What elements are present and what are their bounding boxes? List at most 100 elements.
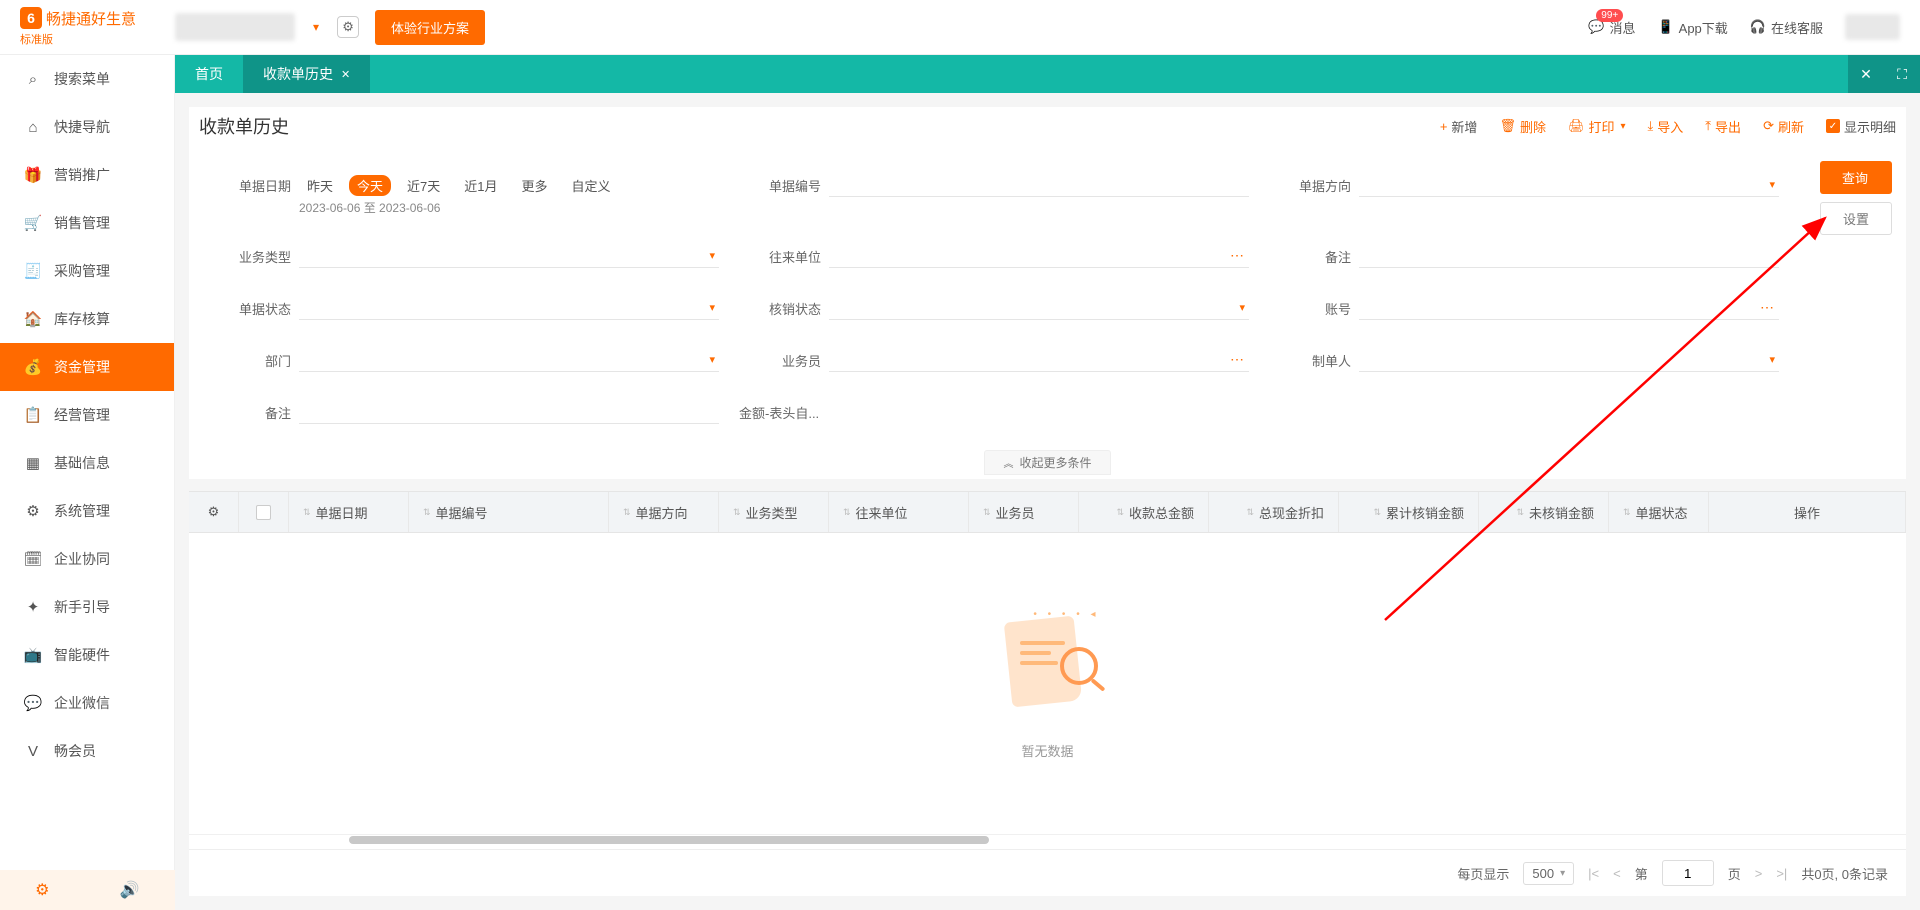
next-page-button[interactable]: >	[1755, 866, 1763, 881]
gear-icon: ⚙	[208, 504, 220, 520]
filter-settings-button[interactable]: 设置	[1820, 202, 1892, 235]
tab-home[interactable]: 首页	[175, 55, 243, 93]
tab-close-all-icon[interactable]: ✕	[1848, 55, 1884, 93]
gear-icon[interactable]: ⚙	[337, 16, 359, 38]
online-service-link[interactable]: 🎧 在线客服	[1750, 18, 1823, 37]
filter-label-date: 单据日期	[209, 173, 299, 195]
last-page-button[interactable]: >|	[1776, 866, 1787, 881]
biztype-select[interactable]: ▾	[299, 244, 719, 268]
query-button[interactable]: 查询	[1820, 161, 1892, 194]
remark-input[interactable]	[1359, 244, 1779, 268]
account-select[interactable]: ⋯	[1359, 296, 1779, 320]
sidebar-item-finance[interactable]: 💰资金管理	[0, 343, 174, 391]
sidebar-item-wecom[interactable]: 💬企业微信	[0, 679, 174, 727]
sidebar-item-operations[interactable]: 📋经营管理	[0, 391, 174, 439]
docno-input[interactable]	[829, 173, 1249, 197]
date-opt-1month[interactable]: 近1月	[456, 175, 505, 196]
horizontal-scrollbar[interactable]	[189, 834, 1906, 845]
col-docstatus[interactable]: ⇅单据状态	[1609, 492, 1709, 532]
col-salesperson[interactable]: ⇅业务员	[969, 492, 1079, 532]
grid-icon: ▦	[24, 454, 42, 472]
col-direction[interactable]: ⇅单据方向	[609, 492, 719, 532]
filter-label-amount-header: 金额-表头自...	[739, 400, 827, 422]
user-area-blurred[interactable]	[1845, 14, 1900, 40]
sort-icon: ⇅	[303, 507, 311, 518]
gear-icon[interactable]: ⚙	[35, 880, 49, 900]
sidebar-item-basicinfo[interactable]: ▦基础信息	[0, 439, 174, 487]
writeoff-select[interactable]: ▾	[829, 296, 1249, 320]
col-writeoffamount[interactable]: ⇅累计核销金额	[1339, 492, 1479, 532]
sidebar-item-quicknav[interactable]: ⌂快捷导航	[0, 103, 174, 151]
sort-icon: ⇅	[1623, 507, 1631, 518]
messages-link[interactable]: 99+ 💬 消息	[1588, 18, 1635, 37]
messages-badge: 99+	[1596, 9, 1623, 22]
refresh-icon: ⟳	[1763, 118, 1774, 134]
fullscreen-icon[interactable]: ⛶	[1884, 55, 1920, 93]
sidebar-item-system[interactable]: ⚙系统管理	[0, 487, 174, 535]
dept-select[interactable]: ▾	[299, 348, 719, 372]
per-page-select[interactable]: 500 ▾	[1523, 862, 1574, 885]
collapse-filters-button[interactable]: ︽ 收起更多条件	[984, 450, 1110, 475]
sidebar-item-collab[interactable]: 🗓企业协同	[0, 535, 174, 583]
chevron-down-icon[interactable]: ▾	[313, 20, 319, 34]
add-button[interactable]: +新增	[1440, 117, 1478, 136]
col-docno[interactable]: ⇅单据编号	[409, 492, 609, 532]
show-detail-toggle[interactable]: ✓显示明细	[1826, 117, 1896, 136]
creator-select[interactable]: ▾	[1359, 348, 1779, 372]
date-opt-custom[interactable]: 自定义	[564, 175, 619, 196]
salesperson-select[interactable]: ⋯	[829, 348, 1249, 372]
first-page-button[interactable]: |<	[1588, 866, 1599, 881]
headset-icon: 🎧	[1750, 19, 1766, 35]
experience-button[interactable]: 体验行业方案	[375, 10, 485, 45]
sidebar-item-guide[interactable]: ✦新手引导	[0, 583, 174, 631]
col-totalamount[interactable]: ⇅收款总金额	[1079, 492, 1209, 532]
sidebar-item-inventory[interactable]: 🏠库存核算	[0, 295, 174, 343]
col-biztype[interactable]: ⇅业务类型	[719, 492, 829, 532]
filter-label-dept: 部门	[209, 348, 299, 370]
logo-icon: 6	[20, 7, 42, 29]
refresh-button[interactable]: ⟳刷新	[1763, 117, 1804, 136]
print-button[interactable]: 🖨打印▾	[1568, 117, 1626, 136]
date-range-selector[interactable]: 昨天 今天 近7天 近1月 更多 自定义	[299, 173, 619, 197]
checkbox-checked-icon: ✓	[1826, 119, 1840, 133]
print-icon: 🖨	[1568, 118, 1585, 134]
date-opt-yesterday[interactable]: 昨天	[299, 175, 341, 196]
chevron-down-icon: ▾	[1769, 178, 1775, 191]
prev-page-button[interactable]: <	[1613, 866, 1621, 881]
date-opt-7days[interactable]: 近7天	[399, 175, 448, 196]
col-partner[interactable]: ⇅往来单位	[829, 492, 969, 532]
col-cashdiscount[interactable]: ⇅总现金折扣	[1209, 492, 1339, 532]
org-selector-blurred[interactable]	[175, 13, 295, 41]
sound-icon[interactable]: 🔊	[120, 880, 140, 900]
sidebar-item-search[interactable]: ⌕搜索菜单	[0, 55, 174, 103]
empty-text: 暂无数据	[1021, 741, 1073, 760]
table-settings-button[interactable]: ⚙	[189, 492, 239, 532]
scrollbar-thumb[interactable]	[349, 836, 989, 844]
tab-receipt-history[interactable]: 收款单历史 ✕	[243, 55, 370, 93]
brand-logo: 6 畅捷通好生意 标准版	[20, 7, 175, 47]
docstatus-select[interactable]: ▾	[299, 296, 719, 320]
sidebar-item-sales[interactable]: 🛒销售管理	[0, 199, 174, 247]
page-summary: 共0页, 0条记录	[1801, 864, 1888, 883]
sidebar-item-purchase[interactable]: 🧾采购管理	[0, 247, 174, 295]
import-button[interactable]: ⤓导入	[1648, 117, 1684, 136]
partner-select[interactable]: ⋯	[829, 244, 1249, 268]
sidebar-item-marketing[interactable]: 🎁营销推广	[0, 151, 174, 199]
page-input[interactable]	[1662, 860, 1714, 886]
filter-label-docno: 单据编号	[739, 173, 829, 195]
sidebar-item-hardware[interactable]: 📺智能硬件	[0, 631, 174, 679]
close-icon[interactable]: ✕	[341, 68, 350, 81]
date-opt-more[interactable]: 更多	[514, 175, 556, 196]
col-docdate[interactable]: ⇅单据日期	[289, 492, 409, 532]
select-all-checkbox[interactable]	[239, 492, 289, 532]
remark2-input[interactable]	[299, 400, 719, 424]
direction-select[interactable]: ▾	[1359, 173, 1779, 197]
date-opt-today[interactable]: 今天	[349, 175, 391, 196]
delete-button[interactable]: 🗑删除	[1499, 117, 1546, 136]
export-button[interactable]: ⤒导出	[1705, 117, 1741, 136]
receipt-icon: 🧾	[24, 262, 42, 280]
app-download-link[interactable]: 📱 App下载	[1657, 18, 1727, 37]
sidebar-item-member[interactable]: V畅会员	[0, 727, 174, 775]
col-unwriteoff[interactable]: ⇅未核销金额	[1479, 492, 1609, 532]
page-suffix: 页	[1728, 864, 1741, 883]
